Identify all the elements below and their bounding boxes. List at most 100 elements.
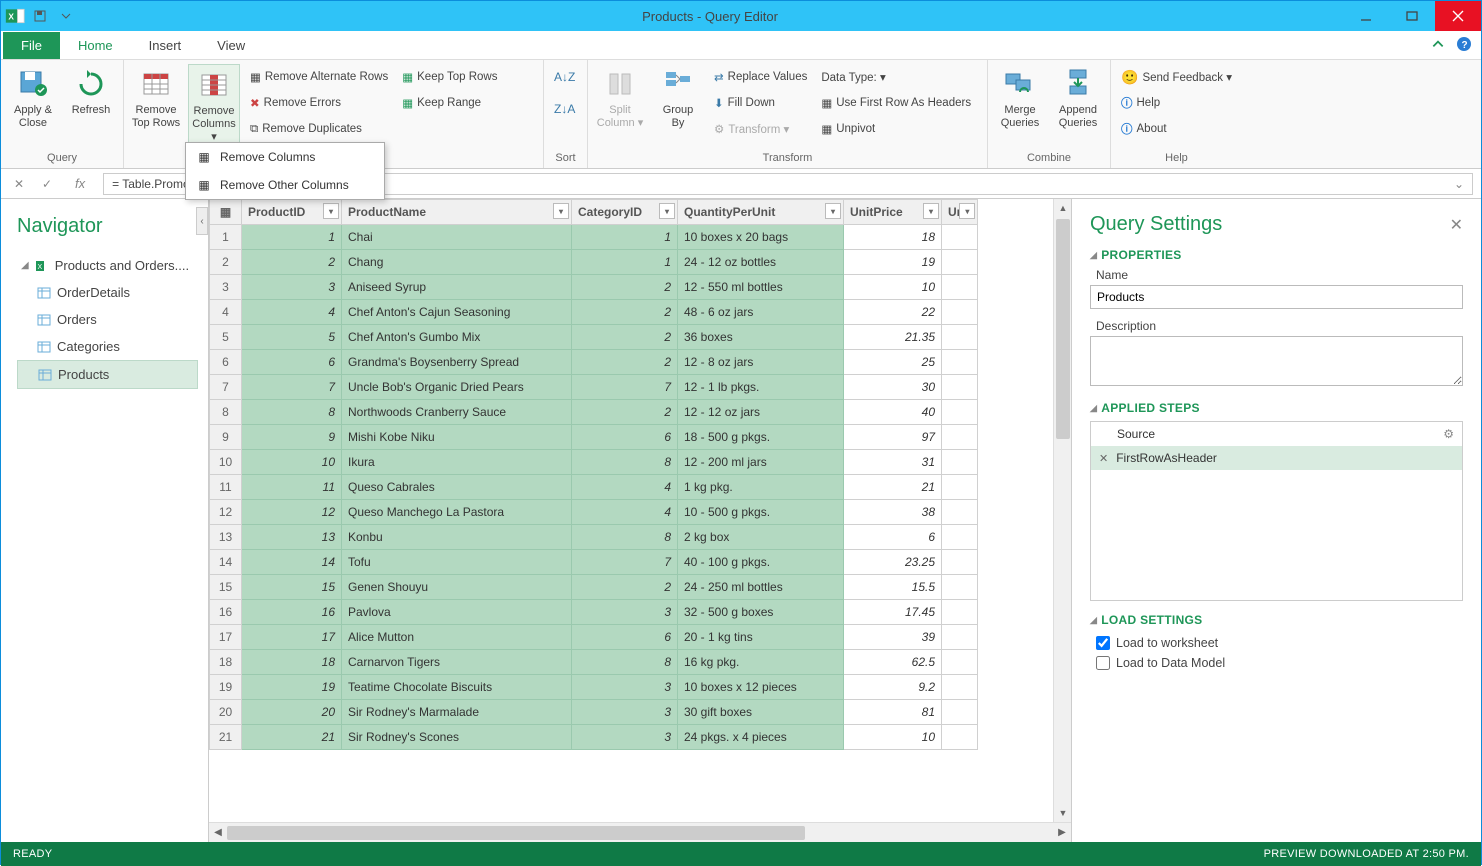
formula-accept-icon[interactable]: ✓ bbox=[37, 174, 57, 194]
horizontal-scrollbar[interactable]: ◀ ▶ bbox=[209, 822, 1071, 842]
sort-desc-button[interactable]: Z↓A bbox=[550, 96, 579, 122]
file-tab[interactable]: File bbox=[3, 32, 60, 59]
nav-item-orders[interactable]: Orders bbox=[17, 306, 198, 333]
keep-range-button[interactable]: ▦Keep Range bbox=[398, 90, 501, 116]
first-row-headers-button[interactable]: ▦Use First Row As Headers bbox=[817, 90, 975, 116]
column-header-unitprice[interactable]: UnitPrice▾ bbox=[844, 200, 942, 225]
table-row[interactable]: 1717Alice Mutton620 - 1 kg tins39 bbox=[210, 625, 978, 650]
nav-item-orderdetails[interactable]: OrderDetails bbox=[17, 279, 198, 306]
qat-save-icon[interactable] bbox=[29, 5, 51, 27]
table-row[interactable]: 2121Sir Rodney's Scones324 pkgs. x 4 pie… bbox=[210, 725, 978, 750]
send-feedback-button[interactable]: 🙂Send Feedback ▾ bbox=[1117, 64, 1236, 90]
collapse-icon[interactable]: ◢ bbox=[1090, 403, 1097, 414]
table-row[interactable]: 55Chef Anton's Gumbo Mix236 boxes21.35 bbox=[210, 325, 978, 350]
remove-top-rows-button[interactable]: Remove Top Rows bbox=[130, 64, 182, 130]
minimize-button[interactable] bbox=[1343, 1, 1389, 31]
table-row[interactable]: 1010Ikura812 - 200 ml jars31 bbox=[210, 450, 978, 475]
delete-step-icon[interactable]: ✕ bbox=[1099, 452, 1108, 465]
table-row[interactable]: 1616Pavlova332 - 500 g boxes17.45 bbox=[210, 600, 978, 625]
table-row[interactable]: 2020Sir Rodney's Marmalade330 gift boxes… bbox=[210, 700, 978, 725]
help-icon[interactable]: ? bbox=[1455, 35, 1473, 53]
tab-view[interactable]: View bbox=[199, 32, 263, 59]
table-row[interactable]: 99Mishi Kobe Niku618 - 500 g pkgs.97 bbox=[210, 425, 978, 450]
formula-expand-icon[interactable]: ⌄ bbox=[1454, 177, 1464, 191]
navigator-collapse-button[interactable]: ‹ bbox=[196, 207, 208, 235]
table-corner[interactable]: ▦ bbox=[210, 200, 242, 225]
filter-icon[interactable]: ▾ bbox=[825, 203, 841, 219]
filter-icon[interactable]: ▾ bbox=[959, 203, 975, 219]
table-row[interactable]: 1313Konbu82 kg box6 bbox=[210, 525, 978, 550]
data-type-button[interactable]: Data Type: ▾ bbox=[817, 64, 975, 90]
table-row[interactable]: 77Uncle Bob's Organic Dried Pears712 - 1… bbox=[210, 375, 978, 400]
nav-root[interactable]: ◢ X Products and Orders.... bbox=[17, 252, 198, 279]
column-header-categoryid[interactable]: CategoryID▾ bbox=[572, 200, 678, 225]
filter-icon[interactable]: ▾ bbox=[323, 203, 339, 219]
column-header-unit[interactable]: Unit▾ bbox=[942, 200, 978, 225]
data-table[interactable]: ▦ProductID▾ProductName▾CategoryID▾Quanti… bbox=[209, 199, 978, 750]
table-row[interactable]: 22Chang124 - 12 oz bottles19 bbox=[210, 250, 978, 275]
collapse-ribbon-icon[interactable] bbox=[1429, 35, 1447, 53]
table-row[interactable]: 1919Teatime Chocolate Biscuits310 boxes … bbox=[210, 675, 978, 700]
remove-errors-button[interactable]: ✖Remove Errors bbox=[246, 90, 392, 116]
load-to-data-model-checkbox[interactable]: Load to Data Model bbox=[1090, 653, 1463, 673]
collapse-icon[interactable]: ◢ bbox=[1090, 250, 1097, 261]
table-row[interactable]: 33Aniseed Syrup212 - 550 ml bottles10 bbox=[210, 275, 978, 300]
unpivot-button[interactable]: ▦Unpivot bbox=[817, 116, 975, 142]
table-row[interactable]: 1414Tofu740 - 100 g pkgs.23.25 bbox=[210, 550, 978, 575]
qat-dropdown-icon[interactable] bbox=[55, 5, 77, 27]
scroll-down-icon[interactable]: ▼ bbox=[1056, 806, 1070, 820]
filter-icon[interactable]: ▾ bbox=[553, 203, 569, 219]
replace-values-button[interactable]: ⇄Replace Values bbox=[710, 64, 811, 90]
append-queries-button[interactable]: Append Queries bbox=[1052, 64, 1104, 130]
query-name-input[interactable] bbox=[1090, 285, 1463, 309]
apply-close-button[interactable]: Apply & Close bbox=[7, 64, 59, 130]
table-row[interactable]: 1111Queso Cabrales41 kg pkg.21 bbox=[210, 475, 978, 500]
close-button[interactable] bbox=[1435, 1, 1481, 31]
table-row[interactable]: 88Northwoods Cranberry Sauce212 - 12 oz … bbox=[210, 400, 978, 425]
table-row[interactable]: 11Chai110 boxes x 20 bags18 bbox=[210, 225, 978, 250]
scroll-left-icon[interactable]: ◀ bbox=[209, 824, 227, 842]
keep-top-rows-button[interactable]: ▦Keep Top Rows bbox=[398, 64, 501, 90]
table-row[interactable]: 66Grandma's Boysenberry Spread212 - 8 oz… bbox=[210, 350, 978, 375]
table-row[interactable]: 1818Carnarvon Tigers816 kg pkg.62.5 bbox=[210, 650, 978, 675]
tab-home[interactable]: Home bbox=[60, 32, 131, 59]
query-description-input[interactable] bbox=[1090, 336, 1463, 386]
scroll-thumb-v[interactable] bbox=[1056, 219, 1070, 439]
formula-cancel-icon[interactable]: ✕ bbox=[9, 174, 29, 194]
fx-icon[interactable]: fx bbox=[65, 176, 95, 191]
scroll-thumb-h[interactable] bbox=[227, 826, 805, 840]
column-header-productid[interactable]: ProductID▾ bbox=[242, 200, 342, 225]
help-button[interactable]: ⓘHelp bbox=[1117, 90, 1236, 116]
fill-down-button[interactable]: ⬇Fill Down bbox=[710, 90, 811, 116]
table-row[interactable]: 1212Queso Manchego La Pastora410 - 500 g… bbox=[210, 500, 978, 525]
remove-duplicates-button[interactable]: ⧉Remove Duplicates bbox=[246, 116, 392, 142]
nav-item-products[interactable]: Products bbox=[17, 360, 198, 389]
collapse-icon[interactable]: ◢ bbox=[1090, 615, 1097, 626]
nav-item-categories[interactable]: Categories bbox=[17, 333, 198, 360]
remove-alternate-rows-button[interactable]: ▦Remove Alternate Rows bbox=[246, 64, 392, 90]
menu-remove-other-columns[interactable]: ▦ Remove Other Columns bbox=[186, 171, 384, 199]
table-row[interactable]: 1515Genen Shouyu224 - 250 ml bottles15.5 bbox=[210, 575, 978, 600]
column-header-quantityperunit[interactable]: QuantityPerUnit▾ bbox=[678, 200, 844, 225]
scroll-right-icon[interactable]: ▶ bbox=[1053, 824, 1071, 842]
merge-queries-button[interactable]: Merge Queries bbox=[994, 64, 1046, 130]
settings-close-button[interactable]: ✕ bbox=[1450, 215, 1463, 235]
load-to-worksheet-checkbox[interactable]: Load to worksheet bbox=[1090, 633, 1463, 653]
menu-remove-columns[interactable]: ▦ Remove Columns bbox=[186, 143, 384, 171]
filter-icon[interactable]: ▾ bbox=[923, 203, 939, 219]
scroll-up-icon[interactable]: ▲ bbox=[1056, 201, 1070, 215]
column-header-productname[interactable]: ProductName▾ bbox=[342, 200, 572, 225]
applied-step[interactable]: ✕FirstRowAsHeader bbox=[1091, 446, 1462, 470]
applied-step[interactable]: Source⚙ bbox=[1091, 422, 1462, 446]
group-by-button[interactable]: Group By bbox=[652, 64, 704, 130]
vertical-scrollbar[interactable]: ▲ ▼ bbox=[1053, 199, 1071, 822]
maximize-button[interactable] bbox=[1389, 1, 1435, 31]
filter-icon[interactable]: ▾ bbox=[659, 203, 675, 219]
step-settings-icon[interactable]: ⚙ bbox=[1443, 427, 1454, 441]
table-row[interactable]: 44Chef Anton's Cajun Seasoning248 - 6 oz… bbox=[210, 300, 978, 325]
split-column-button[interactable]: Split Column ▾ bbox=[594, 64, 646, 130]
transform-button[interactable]: ⚙Transform ▾ bbox=[710, 116, 811, 142]
refresh-button[interactable]: Refresh bbox=[65, 64, 117, 117]
remove-columns-button[interactable]: Remove Columns ▾ bbox=[188, 64, 240, 145]
tab-insert[interactable]: Insert bbox=[131, 32, 200, 59]
